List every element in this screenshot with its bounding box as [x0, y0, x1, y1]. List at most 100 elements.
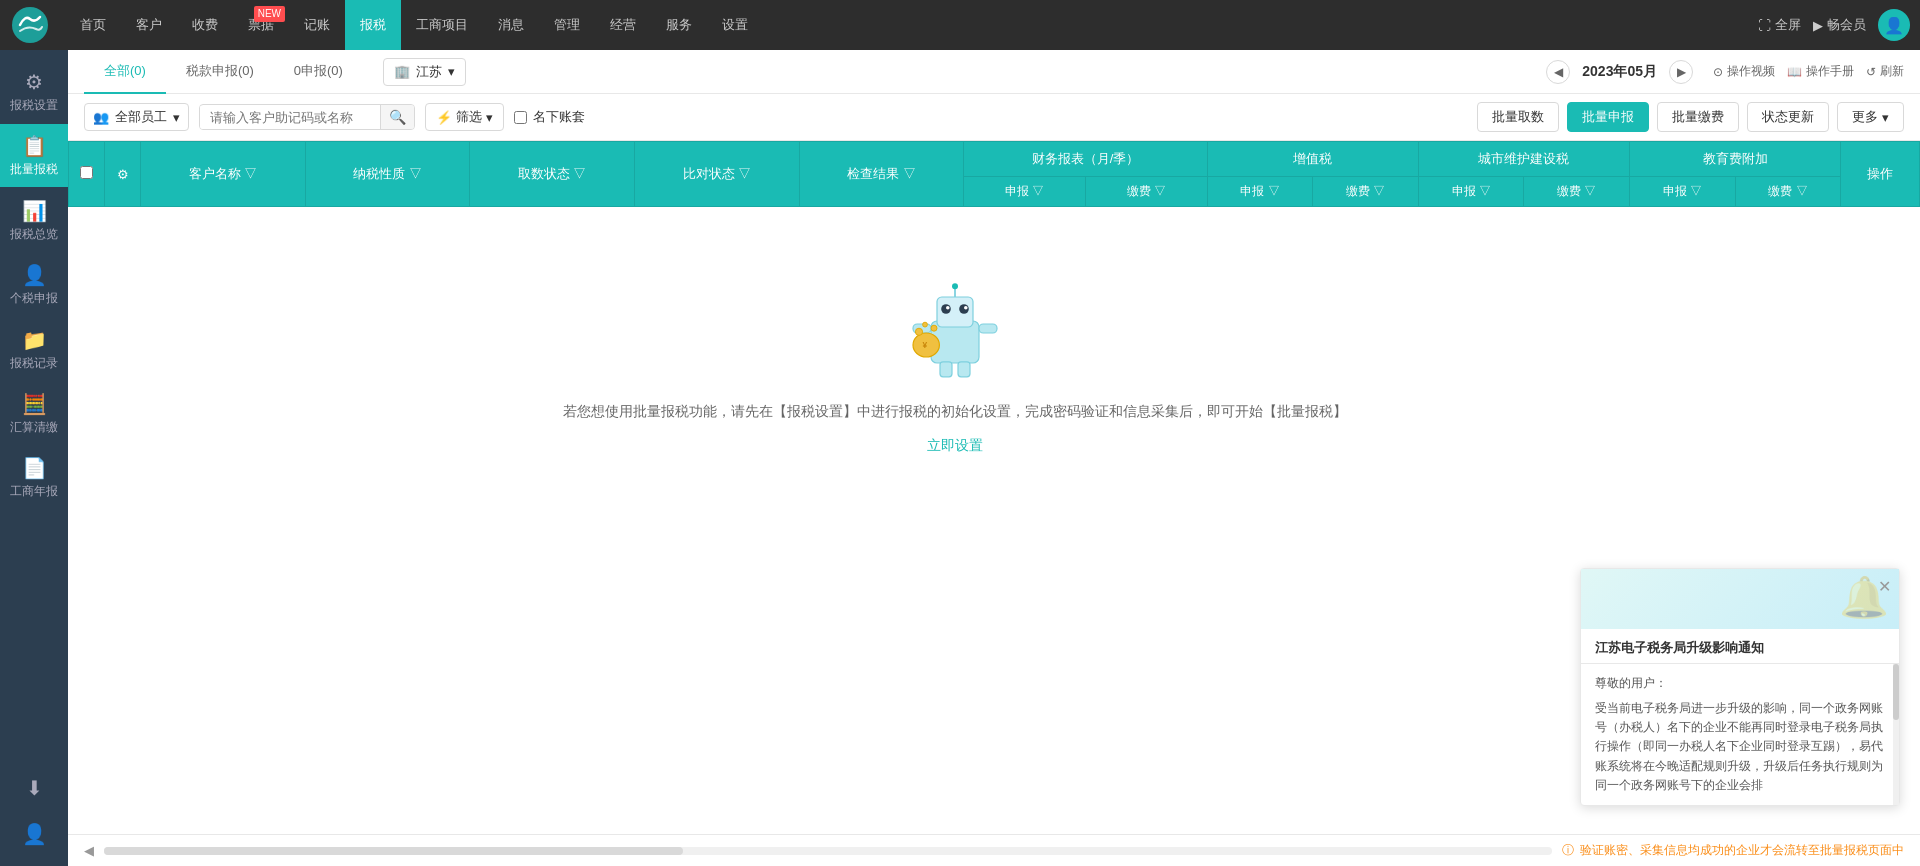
col-edu-pay: 缴费 ▽	[1735, 177, 1841, 207]
more-btn[interactable]: 更多 ▾	[1837, 102, 1904, 132]
tab-zero-declare[interactable]: 0申报(0)	[274, 50, 363, 94]
member-btn[interactable]: ▶ 畅会员	[1813, 16, 1866, 34]
employee-select[interactable]: 👥 全部员工 ▾	[84, 103, 189, 131]
sidebar-item-tax-overview[interactable]: 📊 报税总览	[0, 189, 68, 251]
sidebar-profile[interactable]: 👤	[0, 812, 68, 856]
svg-point-16	[931, 325, 937, 331]
notif-scroll-thumb	[1893, 664, 1899, 720]
search-box: 🔍	[199, 104, 415, 130]
col-vat-declare: 申报 ▽	[1207, 177, 1313, 207]
app-logo[interactable]	[10, 5, 50, 45]
checkbox-label[interactable]: 名下账套	[514, 108, 585, 126]
download-icon: ⬇	[22, 776, 46, 800]
manual-link[interactable]: 📖 操作手册	[1787, 63, 1854, 80]
search-input[interactable]	[200, 106, 380, 129]
notif-content: 受当前电子税务局进一步升级的影响，同一个政务网账号（办税人）名下的企业不能再同时…	[1595, 699, 1885, 795]
tab-tax-declare[interactable]: 税款申报(0)	[166, 50, 274, 94]
nav-operation[interactable]: 经营	[595, 0, 651, 50]
notif-banner: 🔔 ✕	[1581, 569, 1899, 629]
nav-invoice[interactable]: 票据 NEW	[233, 0, 289, 50]
batch-declare-btn[interactable]: 批量申报	[1567, 102, 1649, 132]
horizontal-scrollbar[interactable]	[104, 847, 1552, 855]
nav-bookkeeping[interactable]: 记账	[289, 0, 345, 50]
col-edu-declare: 申报 ▽	[1630, 177, 1736, 207]
sidebar-item-batch-tax[interactable]: 📋 批量报税	[0, 124, 68, 186]
nav-service[interactable]: 服务	[651, 0, 707, 50]
notif-greeting: 尊敬的用户：	[1595, 674, 1885, 693]
setup-now-link[interactable]: 立即设置	[927, 437, 983, 455]
notif-body: 尊敬的用户： 受当前电子税务局进一步升级的影响，同一个政务网账号（办税人）名下的…	[1581, 664, 1899, 805]
svg-text:¥: ¥	[922, 340, 927, 350]
fullscreen-btn[interactable]: ⛶ 全屏	[1758, 16, 1801, 34]
region-selector[interactable]: 🏢 江苏 ▾	[383, 58, 466, 86]
svg-point-0	[12, 7, 48, 43]
annual-settlement-icon: 🧮	[22, 392, 46, 416]
nav-home[interactable]: 首页	[65, 0, 121, 50]
batch-pay-btn[interactable]: 批量缴费	[1657, 102, 1739, 132]
filter-icon-check: ▽	[903, 166, 916, 181]
batch-fetch-btn[interactable]: 批量取数	[1477, 102, 1559, 132]
warning-message: ⓘ 验证账密、采集信息均成功的企业才会流转至批量报税页面中	[1562, 842, 1904, 859]
fullscreen-icon: ⛶	[1758, 18, 1771, 33]
nav-customer[interactable]: 客户	[121, 0, 177, 50]
col-vat: 增值税	[1207, 142, 1418, 177]
top-navigation: 首页 客户 收费 票据 NEW 记账 报税 工商项目 消息 管理 经营 服务 设…	[0, 0, 1920, 50]
top-nav-right: ⛶ 全屏 ▶ 畅会员 👤	[1758, 9, 1910, 41]
video-link[interactable]: ⊙ 操作视频	[1713, 63, 1775, 80]
col-vat-pay: 缴费 ▽	[1313, 177, 1419, 207]
col-tax-nature: 纳税性质 ▽	[305, 142, 470, 207]
col-fetch-status: 取数状态 ▽	[470, 142, 635, 207]
scroll-thumb	[104, 847, 683, 855]
scroll-left-arrow[interactable]: ◀	[84, 843, 94, 858]
notif-close-btn[interactable]: ✕	[1878, 577, 1891, 596]
nav-business[interactable]: 工商项目	[401, 0, 483, 50]
date-next-btn[interactable]: ▶	[1669, 60, 1693, 84]
col-financial-report: 财务报表（月/季）	[964, 142, 1207, 177]
sidebar-bottom: ⬇ 👤	[0, 766, 68, 866]
tax-overview-icon: 📊	[22, 199, 46, 223]
svg-rect-12	[958, 362, 970, 377]
sidebar-item-annual-report[interactable]: 📄 工商年报	[0, 446, 68, 508]
sidebar-item-tax-settings[interactable]: ⚙ 报税设置	[0, 60, 68, 122]
user-avatar[interactable]: 👤	[1878, 9, 1910, 41]
sidebar-download[interactable]: ⬇	[0, 766, 68, 810]
col-city-pay: 缴费 ▽	[1524, 177, 1630, 207]
toolbar-right: 批量取数 批量申报 批量缴费 状态更新 更多 ▾	[1477, 102, 1904, 132]
refresh-link[interactable]: ↺ 刷新	[1866, 63, 1904, 80]
sidebar-item-tax-records[interactable]: 📁 报税记录	[0, 318, 68, 380]
filter-icon-compare: ▽	[738, 166, 751, 181]
empty-description: 若您想使用批量报税功能，请先在【报税设置】中进行报税的初始化设置，完成密码验证和…	[563, 403, 1347, 421]
filter-icon-name: ▽	[244, 166, 257, 181]
employee-icon: 👥	[93, 110, 109, 125]
refresh-icon: ↺	[1866, 65, 1876, 79]
data-table: ⚙ 客户名称 ▽ 纳税性质 ▽ 取数状态	[68, 141, 1920, 515]
col-operation: 操作	[1841, 142, 1920, 207]
avatar-icon: 👤	[1884, 16, 1904, 35]
tax-settings-icon: ⚙	[22, 70, 46, 94]
new-badge: NEW	[254, 6, 285, 22]
batch-tax-icon: 📋	[22, 134, 46, 158]
nav-management[interactable]: 管理	[539, 0, 595, 50]
status-update-btn[interactable]: 状态更新	[1747, 102, 1829, 132]
sidebar-item-annual-settlement[interactable]: 🧮 汇算清缴	[0, 382, 68, 444]
col-compare-status: 比对状态 ▽	[635, 142, 800, 207]
nav-fee[interactable]: 收费	[177, 0, 233, 50]
date-prev-btn[interactable]: ◀	[1546, 60, 1570, 84]
col-education-surcharge: 教育费附加	[1630, 142, 1841, 177]
toolbar: 👥 全部员工 ▾ 🔍 ⚡ 筛选 ▾ 名下账套 批量取数 批量申报 批量缴费	[68, 94, 1920, 141]
tab-all[interactable]: 全部(0)	[84, 50, 166, 94]
nav-message[interactable]: 消息	[483, 0, 539, 50]
sidebar-item-personal-tax[interactable]: 👤 个税申报	[0, 253, 68, 315]
col-customer-name: 客户名称 ▽	[141, 142, 306, 207]
notif-scrollbar[interactable]	[1893, 664, 1899, 805]
nav-settings[interactable]: 设置	[707, 0, 763, 50]
tax-records-icon: 📁	[22, 328, 46, 352]
col-city-maintenance: 城市维护建设税	[1418, 142, 1629, 177]
nav-tax[interactable]: 报税	[345, 0, 401, 50]
search-button[interactable]: 🔍	[380, 105, 414, 129]
svg-point-8	[952, 283, 958, 289]
svg-point-17	[922, 322, 927, 327]
select-all-checkbox[interactable]	[80, 166, 93, 179]
accounts-checkbox[interactable]	[514, 111, 527, 124]
filter-button[interactable]: ⚡ 筛选 ▾	[425, 103, 504, 131]
